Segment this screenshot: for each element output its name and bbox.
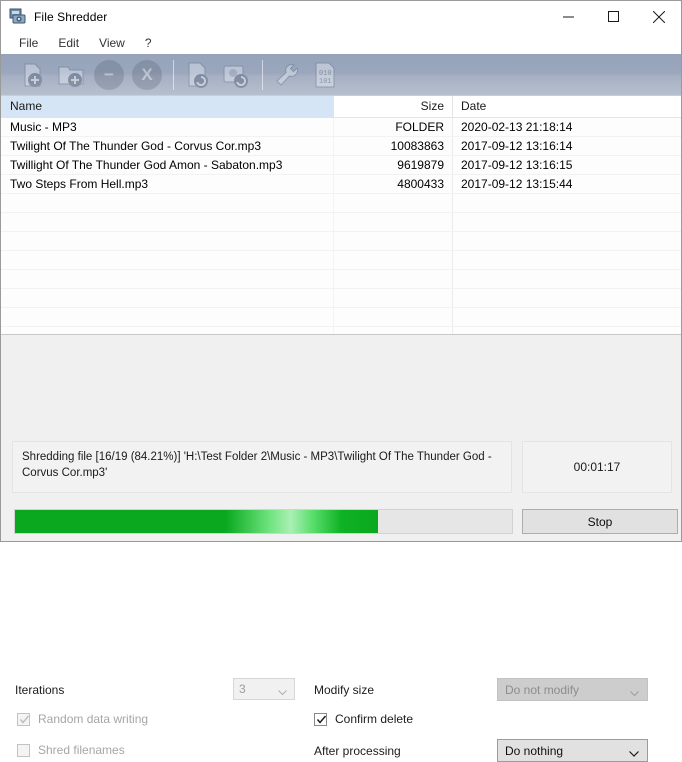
cell-size: 9619879 [334, 156, 453, 174]
remove-all-icon[interactable]: X [129, 57, 165, 93]
svg-text:101: 101 [319, 78, 332, 86]
cell-date: 2020-02-13 21:18:14 [453, 118, 681, 136]
title-bar: File Shredder [1, 1, 681, 32]
window-controls [546, 1, 681, 32]
stop-button[interactable]: Stop [522, 509, 678, 534]
modify-size-value: Do not modify [505, 683, 579, 697]
menu-bar: File Edit View ? [1, 32, 681, 54]
check-icon [19, 714, 30, 728]
checkbox-box [17, 713, 30, 726]
table-row-empty [1, 194, 681, 213]
cell-date: 2017-09-12 13:16:14 [453, 137, 681, 155]
iterations-stepper[interactable]: 3 [233, 678, 295, 700]
menu-item-help[interactable]: ? [135, 33, 162, 53]
refresh-file-icon[interactable] [180, 57, 216, 93]
cell-name: Twilight Of The Thunder God - Corvus Cor… [1, 137, 334, 155]
settings-wrench-icon[interactable] [269, 57, 305, 93]
table-row-empty [1, 270, 681, 289]
column-header-size[interactable]: Size [334, 96, 453, 117]
chevron-down-icon [629, 747, 639, 761]
close-button[interactable] [636, 1, 681, 32]
cell-date: 2017-09-12 13:15:44 [453, 175, 681, 193]
file-shredder-window: File Shredder File Edit View ? [0, 0, 682, 542]
cell-size: FOLDER [334, 118, 453, 136]
cell-name: Two Steps From Hell.mp3 [1, 175, 334, 193]
add-file-icon[interactable] [15, 57, 51, 93]
svg-text:010: 010 [319, 70, 332, 78]
cell-size: 10083863 [334, 137, 453, 155]
refresh-disk-icon[interactable] [218, 57, 254, 93]
remove-icon[interactable]: − [91, 57, 127, 93]
status-message: Shredding file [16/19 (84.21%)] 'H:\Test… [12, 441, 512, 493]
iterations-value: 3 [239, 682, 246, 696]
check-icon [316, 714, 327, 728]
table-row-empty [1, 289, 681, 308]
elapsed-time: 00:01:17 [522, 441, 672, 493]
random-data-writing-checkbox[interactable]: Random data writing [17, 712, 148, 726]
after-processing-label: After processing [314, 744, 401, 758]
cell-size: 4800433 [334, 175, 453, 193]
menu-item-file[interactable]: File [9, 33, 48, 53]
file-list-header: Name Size Date [1, 96, 681, 118]
shred-filenames-label: Shred filenames [38, 743, 125, 757]
file-list[interactable]: Name Size Date Music - MP3 FOLDER 2020-0… [1, 96, 681, 335]
iterations-label: Iterations [15, 683, 64, 697]
column-header-date[interactable]: Date [453, 96, 681, 117]
minimize-button[interactable] [546, 1, 591, 32]
table-row-empty [1, 213, 681, 232]
after-processing-value: Do nothing [505, 744, 563, 758]
shred-data-icon[interactable]: 010 101 [307, 57, 343, 93]
table-row-empty [1, 327, 681, 335]
table-row[interactable]: Two Steps From Hell.mp3 4800433 2017-09-… [1, 175, 681, 194]
modify-size-label: Modify size [314, 683, 374, 697]
table-row-empty [1, 308, 681, 327]
column-header-name[interactable]: Name [1, 96, 334, 117]
modify-size-dropdown[interactable]: Do not modify [497, 678, 648, 701]
progress-bar [14, 509, 513, 534]
random-data-writing-label: Random data writing [38, 712, 148, 726]
toolbar-separator-2 [262, 60, 263, 90]
chevron-down-icon [278, 685, 287, 699]
checkbox-box [314, 713, 327, 726]
cell-date: 2017-09-12 13:16:15 [453, 156, 681, 174]
confirm-delete-checkbox[interactable]: Confirm delete [314, 712, 413, 726]
options-panel: Iterations 3 Random data writing Shred f… [1, 335, 681, 433]
confirm-delete-label: Confirm delete [335, 712, 413, 726]
toolbar: − X [1, 54, 681, 96]
cell-name: Music - MP3 [1, 118, 334, 136]
table-row[interactable]: Twillight Of The Thunder God Amon - Saba… [1, 156, 681, 175]
cell-name: Twillight Of The Thunder God Amon - Saba… [1, 156, 334, 174]
table-row-empty [1, 251, 681, 270]
maximize-button[interactable] [591, 1, 636, 32]
shredder-icon [9, 8, 26, 25]
after-processing-dropdown[interactable]: Do nothing [497, 739, 648, 762]
add-folder-icon[interactable] [53, 57, 89, 93]
menu-item-view[interactable]: View [89, 33, 135, 53]
menu-item-edit[interactable]: Edit [48, 33, 89, 53]
table-row[interactable]: Twilight Of The Thunder God - Corvus Cor… [1, 137, 681, 156]
toolbar-separator-1 [173, 60, 174, 90]
chevron-down-icon [630, 686, 639, 700]
window-title: File Shredder [34, 10, 107, 24]
table-row[interactable]: Music - MP3 FOLDER 2020-02-13 21:18:14 [1, 118, 681, 137]
table-row-empty [1, 232, 681, 251]
progress-bar-fill [15, 510, 378, 533]
status-row: Shredding file [16/19 (84.21%)] 'H:\Test… [1, 441, 682, 495]
shred-filenames-checkbox[interactable]: Shred filenames [17, 743, 125, 757]
checkbox-box [17, 744, 30, 757]
